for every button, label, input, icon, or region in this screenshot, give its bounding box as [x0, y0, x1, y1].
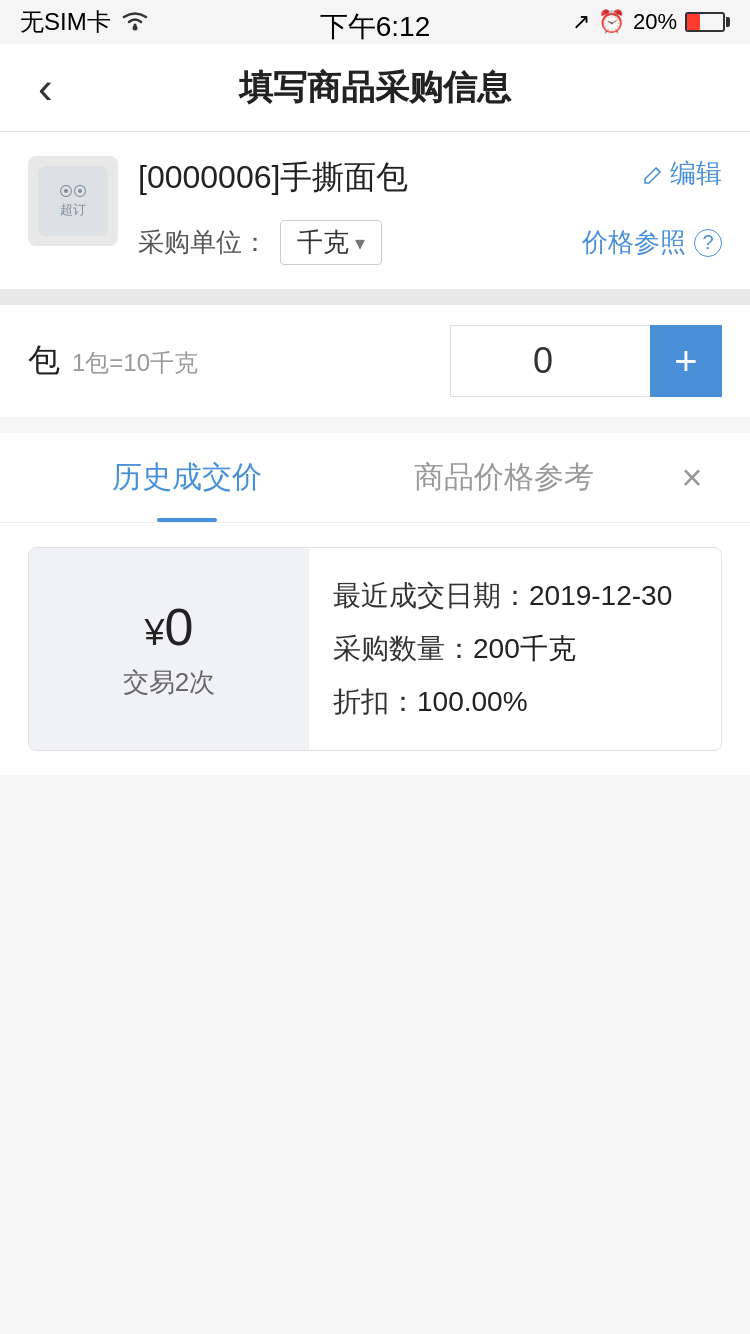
quantity-input-group: + — [450, 325, 722, 397]
location-icon: ↗ — [572, 9, 590, 35]
product-header: [0000006]手撕面包 编辑 — [138, 156, 722, 200]
svg-text:⦿⦿: ⦿⦿ — [59, 183, 87, 199]
dropdown-icon: ▾ — [355, 231, 365, 255]
tab-content: ¥0 交易2次 最近成交日期：2019-12-30 采购数量：200千克 折扣：… — [0, 523, 750, 775]
quantity-label: 包 1包=10千克 — [28, 339, 198, 383]
purchase-qty-label: 采购数量： — [333, 633, 473, 664]
tab1-label: 历史成交价 — [112, 457, 262, 498]
tab-product-price[interactable]: 商品价格参考 — [345, 433, 662, 522]
price-symbol: ¥ — [145, 612, 165, 653]
unit-value: 千克 — [297, 225, 349, 260]
recent-date-label: 最近成交日期： — [333, 580, 529, 611]
product-section: ⦿⦿ 超订 [0000006]手撕面包 编辑 采购单位： — [0, 132, 750, 289]
battery-pct: 20% — [633, 9, 677, 35]
page-title: 填写商品采购信息 — [239, 65, 511, 111]
price-value: 0 — [165, 598, 194, 656]
recent-date-row: 最近成交日期：2019-12-30 — [333, 576, 697, 615]
product-info: [0000006]手撕面包 编辑 采购单位： 千克 ▾ — [138, 156, 722, 265]
discount-label: 折扣： — [333, 686, 417, 717]
history-price-card: ¥0 交易2次 最近成交日期：2019-12-30 采购数量：200千克 折扣：… — [28, 547, 722, 751]
tab-close-button[interactable]: × — [662, 448, 722, 508]
quantity-input[interactable] — [450, 325, 650, 397]
purchase-qty-row: 采购数量：200千克 — [333, 629, 697, 668]
discount-value: 100.00% — [417, 686, 528, 717]
battery-icon — [685, 12, 730, 32]
back-button[interactable]: ‹ — [28, 53, 63, 123]
help-icon: ? — [694, 229, 722, 257]
recent-date-value: 2019-12-30 — [529, 580, 672, 611]
card-detail-right: 最近成交日期：2019-12-30 采购数量：200千克 折扣：100.00% — [309, 548, 721, 750]
price-amount: ¥0 — [145, 598, 194, 656]
quantity-unit: 包 — [28, 339, 60, 383]
trade-count: 交易2次 — [123, 665, 215, 700]
purchase-unit-group: 采购单位： 千克 ▾ — [138, 220, 382, 265]
close-icon: × — [681, 457, 702, 499]
status-left: 无SIM卡 — [20, 6, 151, 38]
quantity-plus-button[interactable]: + — [650, 325, 722, 397]
svg-point-0 — [132, 26, 137, 31]
plus-icon: + — [674, 339, 697, 384]
price-display: ¥0 — [145, 597, 194, 657]
tab-header: 历史成交价 商品价格参考 × — [0, 433, 750, 523]
price-ref-label: 价格参照 — [582, 225, 686, 260]
status-time: 下午6:12 — [320, 8, 431, 46]
status-right: ↗ ⏰ 20% — [572, 9, 730, 35]
unit-select[interactable]: 千克 ▾ — [280, 220, 382, 265]
purchase-row: 采购单位： 千克 ▾ 价格参照 ? — [138, 220, 722, 265]
card-price-left: ¥0 交易2次 — [29, 548, 309, 750]
nav-bar: ‹ 填写商品采购信息 — [0, 44, 750, 132]
main-background — [0, 775, 750, 1334]
svg-rect-1 — [38, 166, 108, 236]
edit-label: 编辑 — [670, 156, 722, 191]
tab-panel: 历史成交价 商品价格参考 × ¥0 交易2次 最近成交日期 — [0, 433, 750, 775]
product-row: ⦿⦿ 超订 [0000006]手撕面包 编辑 采购单位： — [28, 156, 722, 265]
tab-history-price[interactable]: 历史成交价 — [28, 433, 345, 522]
discount-row: 折扣：100.00% — [333, 682, 697, 721]
status-bar: 无SIM卡 下午6:12 ↗ ⏰ 20% — [0, 0, 750, 44]
purchase-qty-value: 200千克 — [473, 633, 576, 664]
section-divider — [0, 289, 750, 305]
tab2-label: 商品价格参考 — [414, 457, 594, 498]
alarm-icon: ⏰ — [598, 9, 625, 35]
product-thumbnail: ⦿⦿ 超订 — [28, 156, 118, 246]
quantity-hint: 1包=10千克 — [72, 347, 198, 379]
price-ref-button[interactable]: 价格参照 ? — [582, 225, 722, 260]
svg-text:超订: 超订 — [60, 202, 86, 217]
purchase-unit-label: 采购单位： — [138, 225, 268, 260]
edit-button[interactable]: 编辑 — [642, 156, 722, 191]
product-name: [0000006]手撕面包 — [138, 156, 408, 200]
wifi-icon — [119, 6, 151, 38]
quantity-row: 包 1包=10千克 + — [0, 305, 750, 417]
carrier-text: 无SIM卡 — [20, 6, 111, 38]
